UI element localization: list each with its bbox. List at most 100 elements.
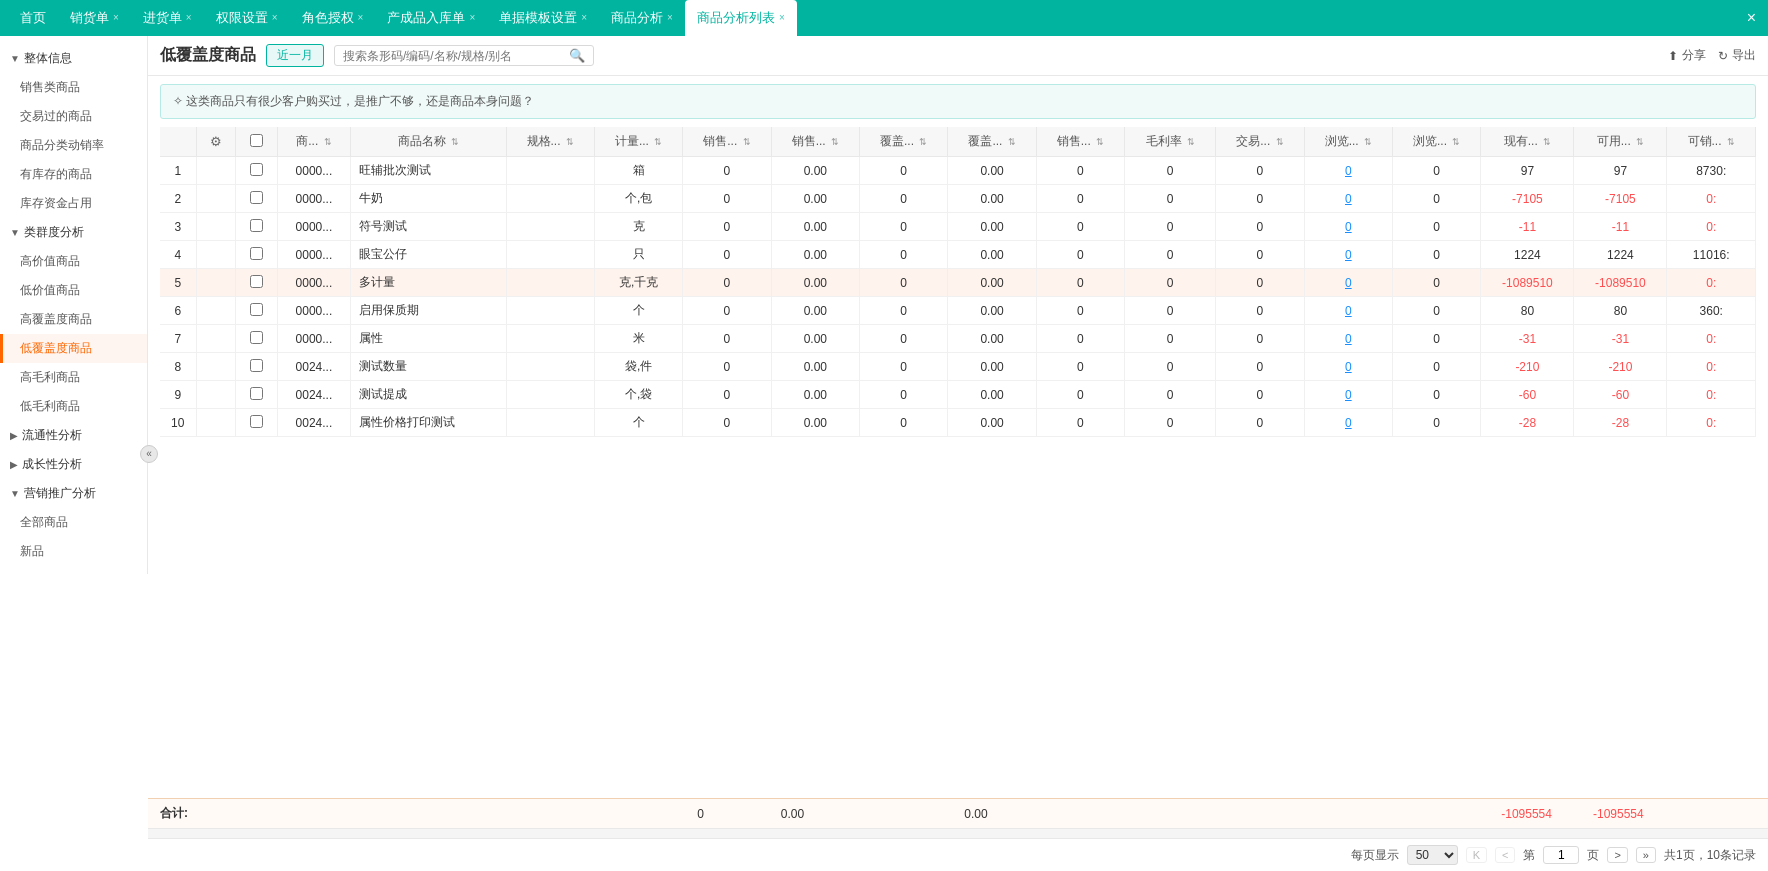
nav-close-purchase-order[interactable]: × bbox=[186, 0, 192, 36]
chevron-down-icon3: ▼ bbox=[10, 488, 20, 499]
page-number-input[interactable] bbox=[1543, 846, 1579, 864]
th-trade[interactable]: 交易... ⇅ bbox=[1216, 127, 1304, 157]
sidebar-item-traded-products[interactable]: 交易过的商品 bbox=[0, 102, 147, 131]
nav-product-analysis-list[interactable]: 商品分析列表 × bbox=[685, 0, 797, 36]
next-page-button[interactable]: > bbox=[1607, 847, 1627, 863]
td-checkbox[interactable] bbox=[236, 185, 277, 213]
th-gross-rate[interactable]: 毛利率 ⇅ bbox=[1125, 127, 1216, 157]
nav-home[interactable]: 首页 bbox=[8, 0, 58, 36]
page-size-select[interactable]: 50 20 100 200 bbox=[1407, 845, 1458, 865]
sidebar-item-low-value[interactable]: 低价值商品 bbox=[0, 276, 147, 305]
nav-close-permission[interactable]: × bbox=[272, 0, 278, 36]
td-browse1[interactable]: 0 bbox=[1304, 409, 1392, 437]
td-name: 测试提成 bbox=[351, 381, 506, 409]
last-page-button[interactable]: » bbox=[1636, 847, 1656, 863]
th-checkbox[interactable] bbox=[236, 127, 277, 157]
td-browse1[interactable]: 0 bbox=[1304, 241, 1392, 269]
td-checkbox[interactable] bbox=[236, 269, 277, 297]
sidebar-item-low-margin[interactable]: 低毛利商品 bbox=[0, 392, 147, 421]
th-coverage2[interactable]: 覆盖... ⇅ bbox=[948, 127, 1036, 157]
nav-close-inventory[interactable]: × bbox=[469, 0, 475, 36]
sidebar-item-high-value[interactable]: 高价值商品 bbox=[0, 247, 147, 276]
th-sales-amount[interactable]: 销售... ⇅ bbox=[771, 127, 859, 157]
td-browse1[interactable]: 0 bbox=[1304, 213, 1392, 241]
td-available: -7105 bbox=[1574, 185, 1667, 213]
th-code[interactable]: 商... ⇅ bbox=[277, 127, 351, 157]
nav-template[interactable]: 单据模板设置 × bbox=[487, 0, 599, 36]
prev-page-button[interactable]: < bbox=[1495, 847, 1515, 863]
td-checkbox[interactable] bbox=[236, 353, 277, 381]
nav-permission[interactable]: 权限设置 × bbox=[204, 0, 290, 36]
td-unit: 个,包 bbox=[594, 185, 682, 213]
sidebar-section-growth[interactable]: ▶ 成长性分析 bbox=[0, 450, 147, 479]
nav-inventory[interactable]: 产成品入库单 × bbox=[375, 0, 487, 36]
td-current: 1224 bbox=[1481, 241, 1574, 269]
th-browse1[interactable]: 浏览... ⇅ bbox=[1304, 127, 1392, 157]
th-sales-count[interactable]: 销售... ⇅ bbox=[683, 127, 771, 157]
search-icon[interactable]: 🔍 bbox=[569, 48, 585, 63]
th-settings[interactable]: ⚙ bbox=[196, 127, 236, 157]
sidebar-collapse-button[interactable]: « bbox=[140, 445, 158, 463]
td-browse1[interactable]: 0 bbox=[1304, 157, 1392, 185]
td-name: 属性价格打印测试 bbox=[351, 409, 506, 437]
sidebar-item-category-rate[interactable]: 商品分类动销率 bbox=[0, 131, 147, 160]
th-saleable[interactable]: 可销... ⇅ bbox=[1667, 127, 1756, 157]
td-browse1[interactable]: 0 bbox=[1304, 269, 1392, 297]
nav-close-product-analysis[interactable]: × bbox=[667, 0, 673, 36]
th-unit[interactable]: 计量... ⇅ bbox=[594, 127, 682, 157]
sidebar-section-marketing[interactable]: ▼ 营销推广分析 bbox=[0, 479, 147, 508]
nav-sales-order[interactable]: 销货单 × bbox=[58, 0, 131, 36]
td-browse1[interactable]: 0 bbox=[1304, 353, 1392, 381]
th-spec[interactable]: 规格... ⇅ bbox=[506, 127, 594, 157]
td-sales-count: 0 bbox=[683, 353, 771, 381]
td-checkbox[interactable] bbox=[236, 381, 277, 409]
td-browse2: 0 bbox=[1393, 157, 1481, 185]
filter-recent-month[interactable]: 近一月 bbox=[266, 44, 324, 67]
sidebar-item-capital-usage[interactable]: 库存资金占用 bbox=[0, 189, 147, 218]
export-button[interactable]: ↻ 导出 bbox=[1718, 47, 1756, 64]
sidebar-item-high-margin[interactable]: 高毛利商品 bbox=[0, 363, 147, 392]
select-all-checkbox[interactable] bbox=[250, 134, 263, 147]
nav-role[interactable]: 角色授权 × bbox=[290, 0, 376, 36]
sidebar-item-low-coverage[interactable]: 低覆盖度商品 bbox=[0, 334, 147, 363]
sidebar-section-liquidity[interactable]: ▶ 流通性分析 bbox=[0, 421, 147, 450]
nav-close-role[interactable]: × bbox=[358, 0, 364, 36]
td-name: 牛奶 bbox=[351, 185, 506, 213]
td-checkbox[interactable] bbox=[236, 325, 277, 353]
close-all-tabs[interactable]: × bbox=[1747, 9, 1756, 27]
nav-close-product-analysis-list[interactable]: × bbox=[779, 0, 785, 36]
table-row: 8 0024... 测试数量 袋,件 0 0.00 0 0.00 0 0 0 0… bbox=[160, 353, 1756, 381]
nav-close-sales-order[interactable]: × bbox=[113, 0, 119, 36]
sidebar-item-stock-products[interactable]: 有库存的商品 bbox=[0, 160, 147, 189]
horizontal-scrollbar[interactable] bbox=[148, 828, 1768, 838]
sidebar-section-overall[interactable]: ▼ 整体信息 bbox=[0, 44, 147, 73]
th-coverage1[interactable]: 覆盖... ⇅ bbox=[860, 127, 948, 157]
nav-product-analysis[interactable]: 商品分析 × bbox=[599, 0, 685, 36]
td-browse1[interactable]: 0 bbox=[1304, 185, 1392, 213]
th-name[interactable]: 商品名称 ⇅ bbox=[351, 127, 506, 157]
td-browse1[interactable]: 0 bbox=[1304, 325, 1392, 353]
th-sales-x[interactable]: 销售... ⇅ bbox=[1036, 127, 1124, 157]
th-browse2[interactable]: 浏览... ⇅ bbox=[1393, 127, 1481, 157]
nav-purchase-order[interactable]: 进货单 × bbox=[131, 0, 204, 36]
td-unit: 箱 bbox=[594, 157, 682, 185]
search-input[interactable] bbox=[343, 49, 565, 63]
td-checkbox[interactable] bbox=[236, 213, 277, 241]
th-available[interactable]: 可用... ⇅ bbox=[1574, 127, 1667, 157]
th-current[interactable]: 现有... ⇅ bbox=[1481, 127, 1574, 157]
sidebar-item-all-products[interactable]: 全部商品 bbox=[0, 508, 147, 537]
sidebar-item-sales-products[interactable]: 销售类商品 bbox=[0, 73, 147, 102]
td-browse1[interactable]: 0 bbox=[1304, 297, 1392, 325]
first-page-button[interactable]: K bbox=[1466, 847, 1487, 863]
td-name: 启用保质期 bbox=[351, 297, 506, 325]
td-checkbox[interactable] bbox=[236, 241, 277, 269]
sidebar-section-group-analysis[interactable]: ▼ 类群度分析 bbox=[0, 218, 147, 247]
nav-close-template[interactable]: × bbox=[581, 0, 587, 36]
td-checkbox[interactable] bbox=[236, 157, 277, 185]
sidebar-item-high-coverage[interactable]: 高覆盖度商品 bbox=[0, 305, 147, 334]
td-checkbox[interactable] bbox=[236, 409, 277, 437]
sidebar-item-new-products[interactable]: 新品 bbox=[0, 537, 147, 566]
td-browse1[interactable]: 0 bbox=[1304, 381, 1392, 409]
share-button[interactable]: ⬆ 分享 bbox=[1668, 47, 1706, 64]
td-checkbox[interactable] bbox=[236, 297, 277, 325]
